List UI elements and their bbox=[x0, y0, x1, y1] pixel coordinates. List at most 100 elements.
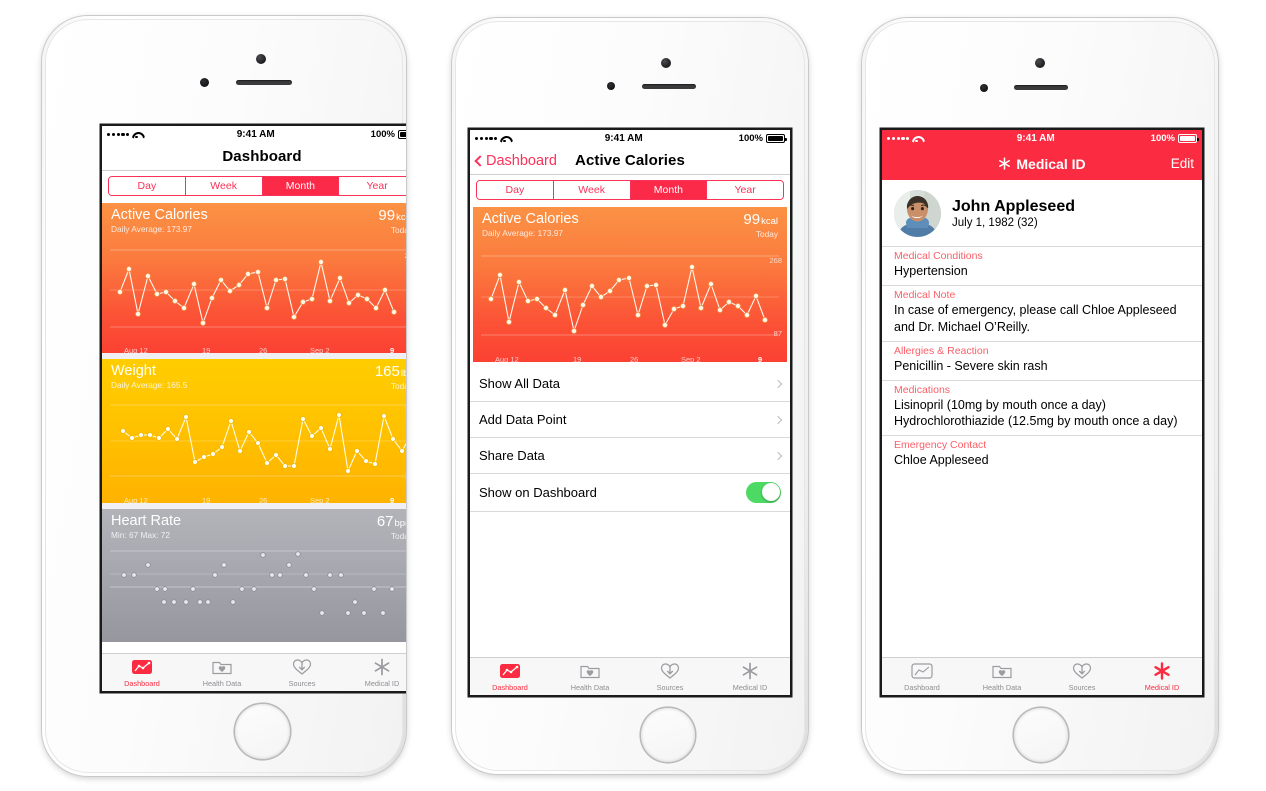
back-button[interactable]: Dashboard bbox=[474, 153, 557, 169]
x-tick: 19 bbox=[202, 495, 211, 504]
y-axis-max: 168 bbox=[404, 405, 406, 414]
segment-day[interactable]: Day bbox=[477, 181, 554, 199]
segment-month[interactable]: Month bbox=[630, 181, 708, 199]
x-tick: Sep 2 bbox=[310, 345, 330, 354]
segment-week[interactable]: Week bbox=[185, 177, 263, 195]
section-emergency-contact: Emergency Contact Chloe Appleseed bbox=[882, 435, 1202, 475]
segment-day[interactable]: Day bbox=[109, 177, 186, 195]
chevron-right-icon bbox=[773, 379, 783, 388]
tab-health-data[interactable]: Health Data bbox=[962, 658, 1042, 695]
card-heart-rate[interactable]: Heart Rate Min: 67 Max: 72 67bpm Today bbox=[102, 509, 406, 642]
tab-dashboard[interactable]: Dashboard bbox=[882, 658, 962, 695]
status-left bbox=[887, 135, 921, 143]
card-title: Active Calories bbox=[111, 207, 208, 223]
x-tick: 9 bbox=[758, 354, 763, 363]
status-left bbox=[107, 131, 141, 139]
card-subtitle: Daily Average: 173.97 bbox=[111, 224, 193, 235]
status-right: 100% bbox=[1150, 133, 1199, 144]
home-button[interactable] bbox=[1014, 708, 1068, 762]
tab-label: Health Data bbox=[202, 679, 242, 688]
section-text: Lisinopril (10mg by mouth once a day) Hy… bbox=[894, 397, 1178, 429]
segment-year[interactable]: Year bbox=[707, 181, 783, 199]
page-title: Dashboard bbox=[222, 148, 302, 165]
card-value: 99 bbox=[743, 211, 761, 228]
download-heart-icon bbox=[660, 661, 680, 681]
chart-weight: 168 163 Aug 12 19 26 Sep 2 9 bbox=[102, 391, 406, 503]
card-unit: bpm bbox=[394, 518, 406, 529]
card-active-calories[interactable]: Active Calories Daily Average: 173.97 99… bbox=[102, 203, 406, 353]
tab-label: Medical ID bbox=[1144, 683, 1180, 692]
medical-sections: Medical Conditions Hypertension Medical … bbox=[882, 246, 1202, 475]
card-value-block: 67bpm Today bbox=[377, 514, 406, 541]
tab-label: Medical ID bbox=[364, 679, 400, 688]
segment-week[interactable]: Week bbox=[553, 181, 631, 199]
time-range-segmented-control[interactable]: Day Week Month Year bbox=[476, 180, 784, 200]
status-bar: 9:41 AM 100% bbox=[882, 130, 1202, 147]
tab-bar: Dashboard Health Data Sources Medical ID bbox=[102, 653, 406, 691]
chevron-right-icon bbox=[773, 451, 783, 460]
row-show-on-dashboard[interactable]: Show on Dashboard bbox=[470, 474, 790, 512]
time-range-segmented-control[interactable]: Day Week Month Year bbox=[108, 176, 406, 196]
page-title: Active Calories bbox=[575, 152, 685, 169]
segmented-control-wrap: Day Week Month Year bbox=[102, 171, 406, 203]
x-tick: 19 bbox=[202, 345, 211, 354]
card-period: Today bbox=[755, 228, 778, 239]
tab-medical-id[interactable]: Medical ID bbox=[710, 658, 790, 695]
tab-sources[interactable]: Sources bbox=[262, 654, 342, 691]
tab-label: Medical ID bbox=[732, 683, 768, 692]
ambient-sensor-icon bbox=[980, 84, 988, 92]
card-unit: kcal bbox=[396, 212, 406, 223]
edit-button[interactable]: Edit bbox=[1171, 156, 1194, 171]
ambient-sensor-icon bbox=[607, 82, 615, 90]
phone-1: 9:41 AM 100% Dashboard Day Week Month Ye… bbox=[42, 16, 406, 776]
tab-dashboard[interactable]: Dashboard bbox=[470, 658, 550, 695]
nav-bar: Dashboard bbox=[102, 143, 406, 171]
tab-medical-id[interactable]: Medical ID bbox=[1122, 658, 1202, 695]
earpiece-speaker bbox=[236, 80, 292, 85]
chart-line-icon bbox=[131, 657, 153, 677]
profile-text: John Appleseed July 1, 1982 (32) bbox=[952, 198, 1075, 229]
home-button[interactable] bbox=[235, 704, 290, 759]
download-heart-icon bbox=[292, 657, 312, 677]
status-right: 100% bbox=[739, 133, 787, 144]
card-weight[interactable]: Weight Daily Average: 165.5 165lbs Today bbox=[102, 359, 406, 503]
card-subtitle: Daily Average: 173.97 bbox=[482, 228, 564, 239]
row-show-all-data[interactable]: Show All Data bbox=[470, 366, 790, 402]
asterisk-medical-icon bbox=[998, 157, 1011, 170]
wifi-icon bbox=[500, 135, 509, 143]
x-tick: Aug 12 bbox=[495, 354, 519, 363]
row-share-data[interactable]: Share Data bbox=[470, 438, 790, 474]
segment-year[interactable]: Year bbox=[339, 177, 406, 195]
ambient-sensor-icon bbox=[200, 78, 209, 87]
x-tick: 19 bbox=[573, 354, 582, 363]
card-active-calories: Active Calories Daily Average: 173.97 99… bbox=[473, 207, 787, 362]
tab-label: Dashboard bbox=[492, 683, 528, 692]
card-header: Heart Rate Min: 67 Max: 72 67bpm Today bbox=[102, 509, 406, 541]
status-left bbox=[475, 135, 509, 143]
card-value-block: 99kcal Today bbox=[378, 208, 406, 235]
tab-dashboard[interactable]: Dashboard bbox=[102, 654, 182, 691]
tab-sources[interactable]: Sources bbox=[630, 658, 710, 695]
x-tick: 9 bbox=[390, 495, 395, 504]
segment-month[interactable]: Month bbox=[262, 177, 340, 195]
profile-name: John Appleseed bbox=[952, 197, 1075, 215]
tab-health-data[interactable]: Health Data bbox=[182, 654, 262, 691]
front-camera-icon bbox=[661, 58, 671, 68]
home-button[interactable] bbox=[641, 708, 695, 762]
tab-health-data[interactable]: Health Data bbox=[550, 658, 630, 695]
row-add-data-point[interactable]: Add Data Point bbox=[470, 402, 790, 438]
card-title: Weight bbox=[111, 363, 156, 379]
row-label: Add Data Point bbox=[479, 412, 567, 427]
row-label: Share Data bbox=[479, 448, 545, 463]
battery-percent: 100% bbox=[1150, 133, 1175, 144]
signal-dots-icon bbox=[107, 132, 130, 137]
battery-icon bbox=[397, 130, 406, 139]
y-axis-max: 268 bbox=[769, 255, 782, 265]
show-on-dashboard-toggle[interactable] bbox=[746, 482, 781, 503]
tab-medical-id[interactable]: Medical ID bbox=[342, 654, 406, 691]
chart-svg bbox=[110, 550, 406, 616]
tab-sources[interactable]: Sources bbox=[1042, 658, 1122, 695]
phone-2-screen: 9:41 AM 100% Dashboard Active Calories D… bbox=[470, 130, 790, 695]
profile-header: John Appleseed July 1, 1982 (32) bbox=[882, 180, 1202, 246]
phone-3-screen: 9:41 AM 100% Medical ID Edit John Apples… bbox=[882, 130, 1202, 695]
